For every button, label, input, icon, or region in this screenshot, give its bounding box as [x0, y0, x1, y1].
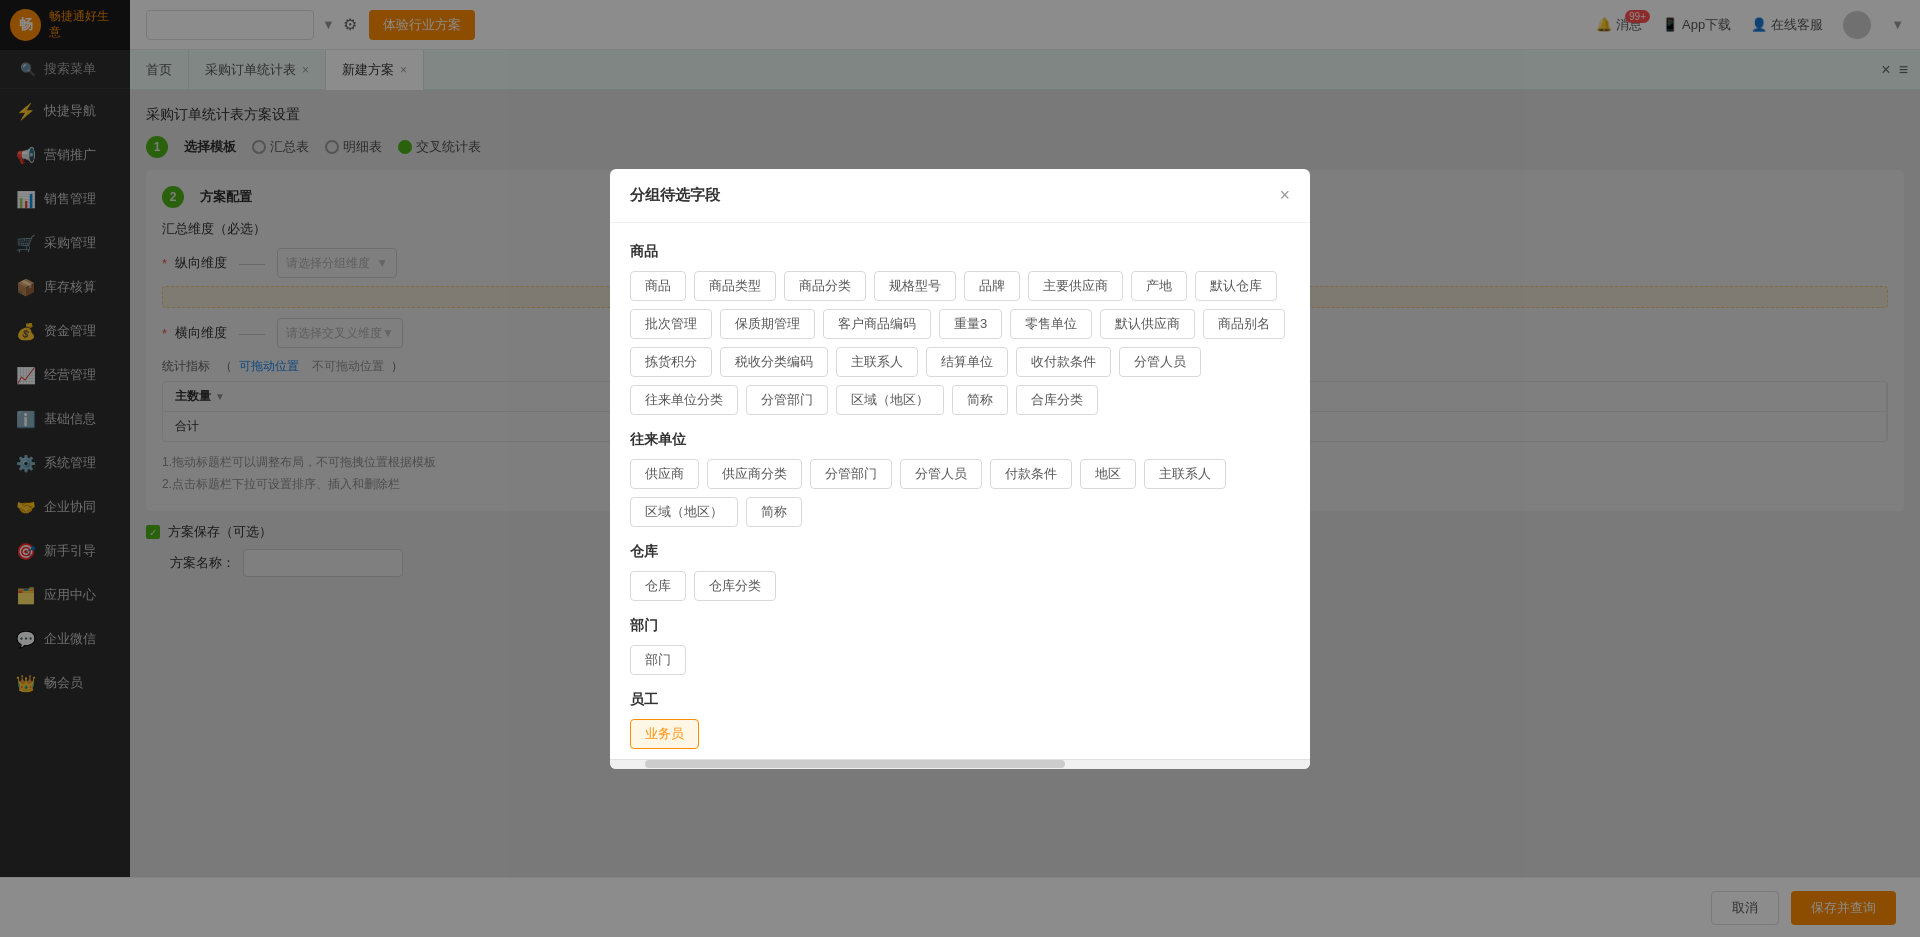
field-tag-customer-code[interactable]: 客户商品编码: [823, 309, 931, 339]
fields-employee: 业务员: [630, 719, 1290, 749]
field-tag-supplier[interactable]: 供应商: [630, 459, 699, 489]
section-title-goods: 商品: [630, 243, 1290, 261]
field-tag-main-contact[interactable]: 主联系人: [836, 347, 918, 377]
field-tag-region[interactable]: 区域（地区）: [836, 385, 944, 415]
field-tag-tax-code[interactable]: 税收分类编码: [720, 347, 828, 377]
field-tag-goods-cat[interactable]: 商品分类: [784, 271, 866, 301]
field-tag-dept[interactable]: 分管部门: [746, 385, 828, 415]
field-tag-origin[interactable]: 产地: [1131, 271, 1187, 301]
fields-goods: 商品 商品类型 商品分类 规格型号 品牌 主要供应商 产地 默认仓库 批次管理 …: [630, 271, 1290, 415]
section-title-dept: 部门: [630, 617, 1290, 635]
section-title-employee: 员工: [630, 691, 1290, 709]
field-tag-goods-type[interactable]: 商品类型: [694, 271, 776, 301]
field-tag-cp-dept[interactable]: 分管部门: [810, 459, 892, 489]
field-tag-default-warehouse[interactable]: 默认仓库: [1195, 271, 1277, 301]
field-tag-department[interactable]: 部门: [630, 645, 686, 675]
modal-dialog: 分组待选字段 × 商品 商品 商品类型 商品分类 规格型号 品牌 主要供应商 产…: [610, 169, 1310, 769]
field-tag-goods[interactable]: 商品: [630, 271, 686, 301]
field-tag-brand[interactable]: 品牌: [964, 271, 1020, 301]
field-tag-default-supplier[interactable]: 默认供应商: [1100, 309, 1195, 339]
field-tag-supplier-cat[interactable]: 供应商分类: [707, 459, 802, 489]
field-tag-shelf-life[interactable]: 保质期管理: [720, 309, 815, 339]
modal-close-button[interactable]: ×: [1279, 185, 1290, 206]
field-tag-cp-abbr[interactable]: 简称: [746, 497, 802, 527]
field-tag-salesperson[interactable]: 业务员: [630, 719, 699, 749]
modal-body: 商品 商品 商品类型 商品分类 规格型号 品牌 主要供应商 产地 默认仓库 批次…: [610, 223, 1310, 759]
section-title-warehouse: 仓库: [630, 543, 1290, 561]
field-tag-spec-model[interactable]: 规格型号: [874, 271, 956, 301]
field-tag-warehouse-cat[interactable]: 合库分类: [1016, 385, 1098, 415]
fields-dept: 部门: [630, 645, 1290, 675]
section-title-counterpart: 往来单位: [630, 431, 1290, 449]
modal-overlay[interactable]: 分组待选字段 × 商品 商品 商品类型 商品分类 规格型号 品牌 主要供应商 产…: [0, 0, 1920, 937]
h-scroll-thumb: [645, 760, 1065, 768]
field-tag-abbr[interactable]: 简称: [952, 385, 1008, 415]
field-tag-area[interactable]: 地区: [1080, 459, 1136, 489]
field-tag-counterpart-cat[interactable]: 往来单位分类: [630, 385, 738, 415]
field-tag-settle-unit[interactable]: 结算单位: [926, 347, 1008, 377]
field-tag-retail-unit[interactable]: 零售单位: [1010, 309, 1092, 339]
field-tag-cp-region[interactable]: 区域（地区）: [630, 497, 738, 527]
modal-title: 分组待选字段: [630, 186, 720, 205]
field-tag-wh-cat[interactable]: 仓库分类: [694, 571, 776, 601]
field-tag-payment-cond[interactable]: 付款条件: [990, 459, 1072, 489]
field-tag-manager[interactable]: 分管人员: [1119, 347, 1201, 377]
field-tag-main-supplier[interactable]: 主要供应商: [1028, 271, 1123, 301]
modal-horizontal-scrollbar[interactable]: [610, 759, 1310, 769]
field-tag-batch-mgmt[interactable]: 批次管理: [630, 309, 712, 339]
field-tag-pick-points[interactable]: 拣货积分: [630, 347, 712, 377]
field-tag-cp-manager[interactable]: 分管人员: [900, 459, 982, 489]
fields-counterpart: 供应商 供应商分类 分管部门 分管人员 付款条件 地区 主联系人 区域（地区） …: [630, 459, 1290, 527]
field-tag-weight3[interactable]: 重量3: [939, 309, 1002, 339]
field-tag-wh[interactable]: 仓库: [630, 571, 686, 601]
field-tag-payment-terms[interactable]: 收付款条件: [1016, 347, 1111, 377]
modal-header: 分组待选字段 ×: [610, 169, 1310, 223]
fields-warehouse: 仓库 仓库分类: [630, 571, 1290, 601]
field-tag-goods-alias[interactable]: 商品别名: [1203, 309, 1285, 339]
field-tag-cp-main-contact[interactable]: 主联系人: [1144, 459, 1226, 489]
